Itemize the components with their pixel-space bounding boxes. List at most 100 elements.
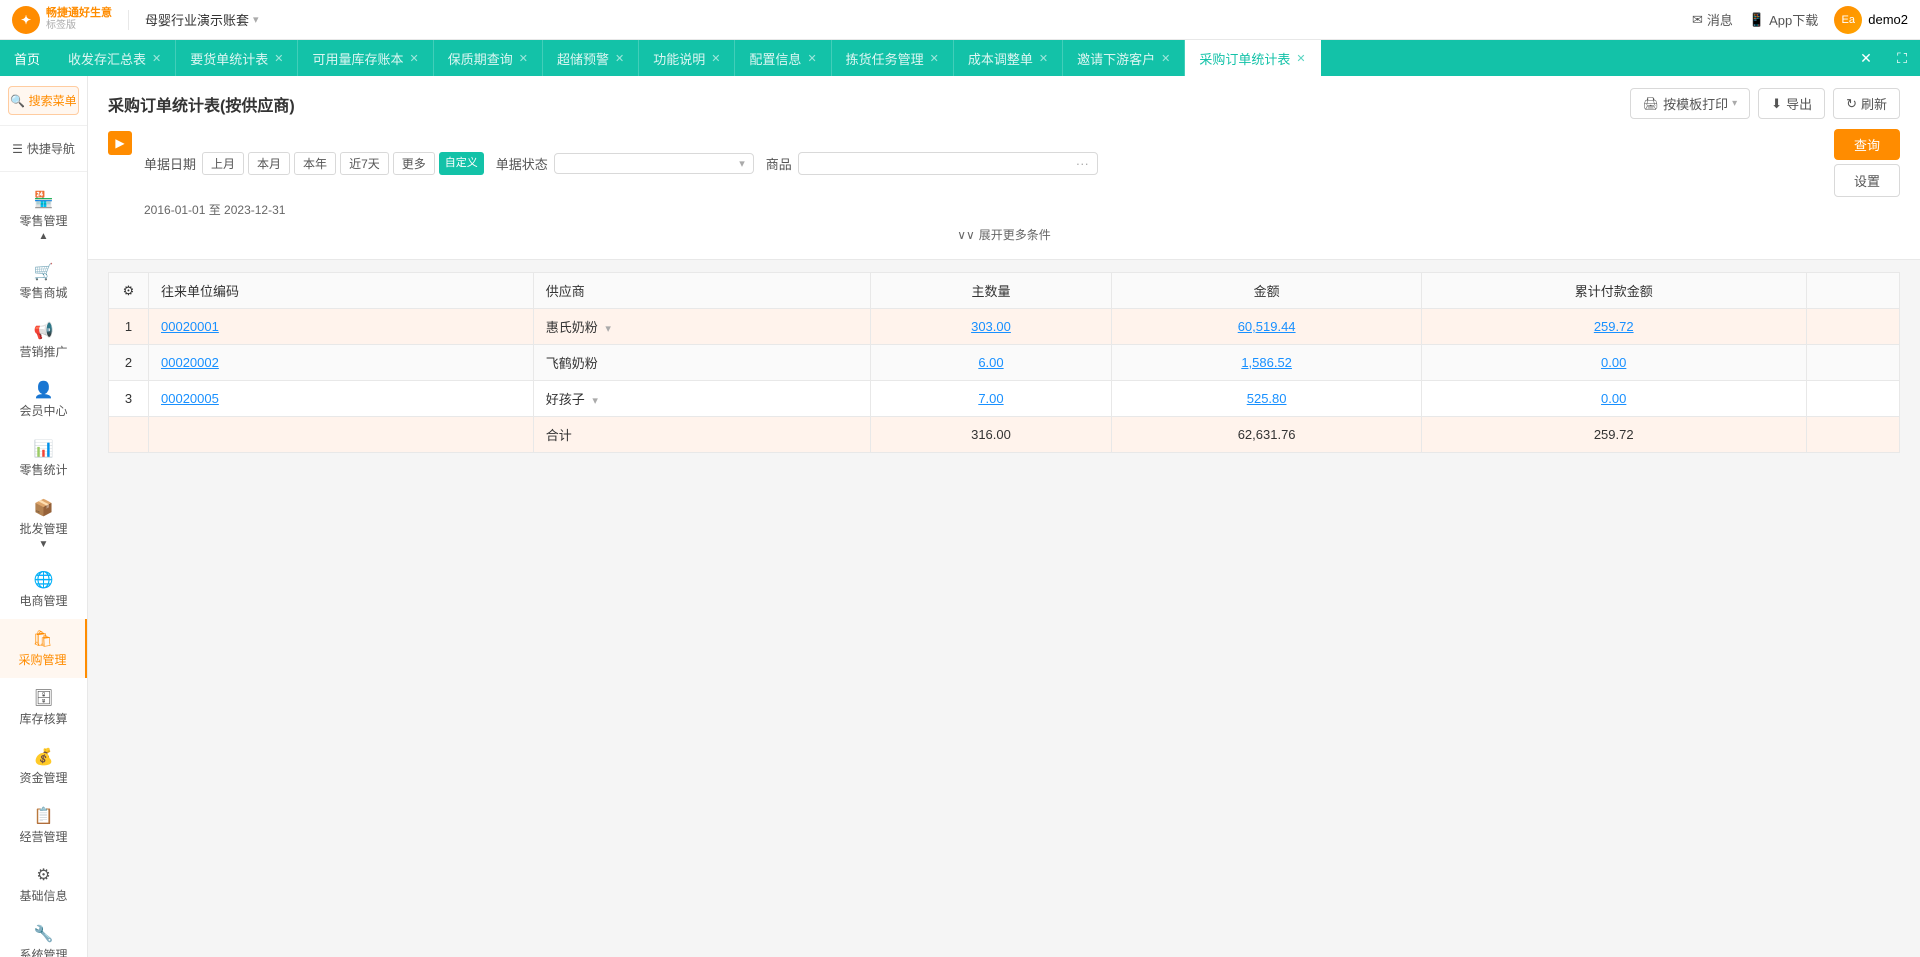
- cell-amount: 525.80: [1112, 381, 1421, 417]
- filter-settings-btn[interactable]: 设置: [1834, 164, 1900, 197]
- query-btn[interactable]: 查询: [1834, 129, 1900, 160]
- filter-toggle-btn[interactable]: ▶: [108, 131, 132, 155]
- cell-index: 3: [109, 381, 149, 417]
- amount-link[interactable]: 1,586.52: [1241, 355, 1292, 370]
- sidebar-quick-nav[interactable]: ☰ 快捷导航: [0, 132, 87, 165]
- stats-icon: 📊: [34, 439, 54, 459]
- messages-btn[interactable]: ✉ 消息: [1692, 10, 1733, 29]
- filter-last-month-btn[interactable]: 上月: [202, 152, 244, 175]
- logo-subtext: 标签版: [46, 20, 112, 32]
- amount-link[interactable]: 525.80: [1247, 391, 1287, 406]
- tab-shoufa[interactable]: 收发存汇总表 ✕: [54, 40, 176, 76]
- tab-close-icon[interactable]: ✕: [274, 52, 283, 65]
- tab-label: 邀请下游客户: [1077, 49, 1155, 68]
- more-options-icon[interactable]: ···: [1076, 156, 1089, 171]
- supplier-expand-icon[interactable]: ▾: [592, 395, 598, 407]
- filter-status-select[interactable]: ▾: [554, 153, 754, 174]
- sidebar-item-basic[interactable]: ⚙ 基础信息: [0, 855, 87, 914]
- tab-peizhi[interactable]: 配置信息 ✕: [735, 40, 831, 76]
- tab-baozhi[interactable]: 保质期查询 ✕: [434, 40, 543, 76]
- filter-this-month-btn[interactable]: 本月: [248, 152, 290, 175]
- supplier-expand-icon[interactable]: ▾: [605, 323, 611, 335]
- quantity-link[interactable]: 303.00: [971, 319, 1011, 334]
- cell-supplier: 好孩子 ▾: [533, 381, 870, 417]
- app-download-label: App下载: [1769, 10, 1818, 29]
- filter-more-btn[interactable]: 更多: [393, 152, 435, 175]
- amount-link[interactable]: 60,519.44: [1238, 319, 1296, 334]
- quantity-link[interactable]: 7.00: [978, 391, 1003, 406]
- expand-more-btn[interactable]: ∨∨ 展开更多条件: [957, 226, 1051, 243]
- filter-custom-badge[interactable]: 自定义: [439, 152, 484, 175]
- purchase-icon: 🛍: [32, 629, 52, 649]
- tab-close-icon[interactable]: ✕: [1039, 52, 1048, 65]
- filter-7days-btn[interactable]: 近7天: [340, 152, 389, 175]
- tab-caigou[interactable]: 采购订单统计表 ✕: [1185, 40, 1320, 76]
- filter-quick-btns: 上月 本月 本年 近7天: [202, 152, 484, 175]
- col-quantity: 主数量: [870, 273, 1112, 309]
- tab-paihuo[interactable]: 拣货任务管理 ✕: [832, 40, 954, 76]
- search-menu-btn[interactable]: 🔍 搜索菜单: [8, 86, 79, 115]
- sidebar-item-retail-stats[interactable]: 📊 零售统计: [0, 429, 87, 488]
- app-download-btn[interactable]: 📱 App下载: [1749, 10, 1818, 29]
- cell-empty: [1806, 345, 1899, 381]
- filter-this-year-btn[interactable]: 本年: [294, 152, 336, 175]
- tab-close-icon[interactable]: ✕: [152, 52, 161, 65]
- quick-nav-label: 快捷导航: [27, 140, 75, 157]
- expand-more-label: 展开更多条件: [979, 226, 1051, 243]
- close-tab-btn[interactable]: ✕: [1848, 40, 1884, 76]
- tab-close-icon[interactable]: ✕: [930, 52, 939, 65]
- unit-code-link[interactable]: 00020005: [161, 391, 219, 406]
- tab-close-icon[interactable]: ✕: [1161, 52, 1170, 65]
- tab-close-icon[interactable]: ✕: [519, 52, 528, 65]
- workspace-selector[interactable]: 母婴行业演示账套 ▾: [145, 10, 259, 29]
- refresh-btn[interactable]: ↻ 刷新: [1833, 88, 1900, 119]
- system-icon: 🔧: [34, 924, 54, 944]
- cell-quantity: 303.00: [870, 309, 1112, 345]
- tab-chengben[interactable]: 成本调整单 ✕: [954, 40, 1063, 76]
- user-area[interactable]: Ea demo2: [1834, 6, 1908, 34]
- sidebar-item-operation[interactable]: 📋 经营管理: [0, 796, 87, 855]
- sidebar-item-finance[interactable]: 💰 资金管理: [0, 737, 87, 796]
- table-settings-icon[interactable]: ⚙: [123, 283, 135, 298]
- filter-goods-input[interactable]: ···: [798, 152, 1098, 175]
- tab-yaohuo[interactable]: 要货单统计表 ✕: [176, 40, 298, 76]
- tab-close-icon[interactable]: ✕: [615, 52, 624, 65]
- sidebar-item-retail-shop[interactable]: 🛒 零售商城: [0, 252, 87, 311]
- unit-code-link[interactable]: 00020001: [161, 319, 219, 334]
- tab-close-icon[interactable]: ✕: [410, 52, 419, 65]
- tab-keyong[interactable]: 可用量库存账本 ✕: [298, 40, 433, 76]
- operation-icon: 📋: [34, 806, 54, 826]
- sidebar-item-label: 资金管理: [19, 769, 67, 786]
- tab-yaoqing[interactable]: 邀请下游客户 ✕: [1063, 40, 1185, 76]
- tab-close-icon[interactable]: ✕: [711, 52, 720, 65]
- filter-section: ▶ 单据日期 上月 本月: [108, 129, 1900, 218]
- cell-paid: 0.00: [1421, 381, 1806, 417]
- tab-gongneng[interactable]: 功能说明 ✕: [639, 40, 735, 76]
- paid-link[interactable]: 259.72: [1594, 319, 1634, 334]
- sidebar-item-system[interactable]: 🔧 系统管理: [0, 914, 87, 957]
- tab-chaochuxinyujing[interactable]: 超储预警 ✕: [543, 40, 639, 76]
- paid-link[interactable]: 0.00: [1601, 391, 1626, 406]
- tab-home[interactable]: 首页: [0, 40, 54, 76]
- sidebar-item-wholesale[interactable]: 📦 批发管理 ▼: [0, 488, 87, 560]
- sidebar-item-retail[interactable]: 🏪 零售管理 ▲: [0, 180, 87, 252]
- sidebar-item-member[interactable]: 👤 会员中心: [0, 370, 87, 429]
- expand-window-btn[interactable]: ⛶: [1884, 40, 1920, 76]
- tab-close-icon[interactable]: ✕: [807, 52, 816, 65]
- sidebar-item-purchase[interactable]: 🛍 采购管理: [0, 619, 87, 678]
- expand-icon: ▶: [115, 136, 124, 150]
- quantity-link[interactable]: 6.00: [978, 355, 1003, 370]
- refresh-label: 刷新: [1861, 94, 1887, 113]
- paid-link[interactable]: 0.00: [1601, 355, 1626, 370]
- sidebar-item-marketing[interactable]: 📢 营销推广: [0, 311, 87, 370]
- export-btn[interactable]: ⬇ 导出: [1758, 88, 1825, 119]
- cell-quantity: 6.00: [870, 345, 1112, 381]
- unit-code-link[interactable]: 00020002: [161, 355, 219, 370]
- shop-icon: 🛒: [34, 262, 54, 282]
- expand-more-icon: ∨∨: [957, 228, 975, 242]
- sidebar-item-inventory[interactable]: 🗄 库存核算: [0, 678, 87, 737]
- basic-icon: ⚙: [36, 865, 50, 885]
- print-btn[interactable]: 🖨 按模板打印 ▾: [1630, 88, 1751, 119]
- tab-close-icon[interactable]: ✕: [1296, 52, 1305, 65]
- sidebar-item-ecommerce[interactable]: 🌐 电商管理: [0, 560, 87, 619]
